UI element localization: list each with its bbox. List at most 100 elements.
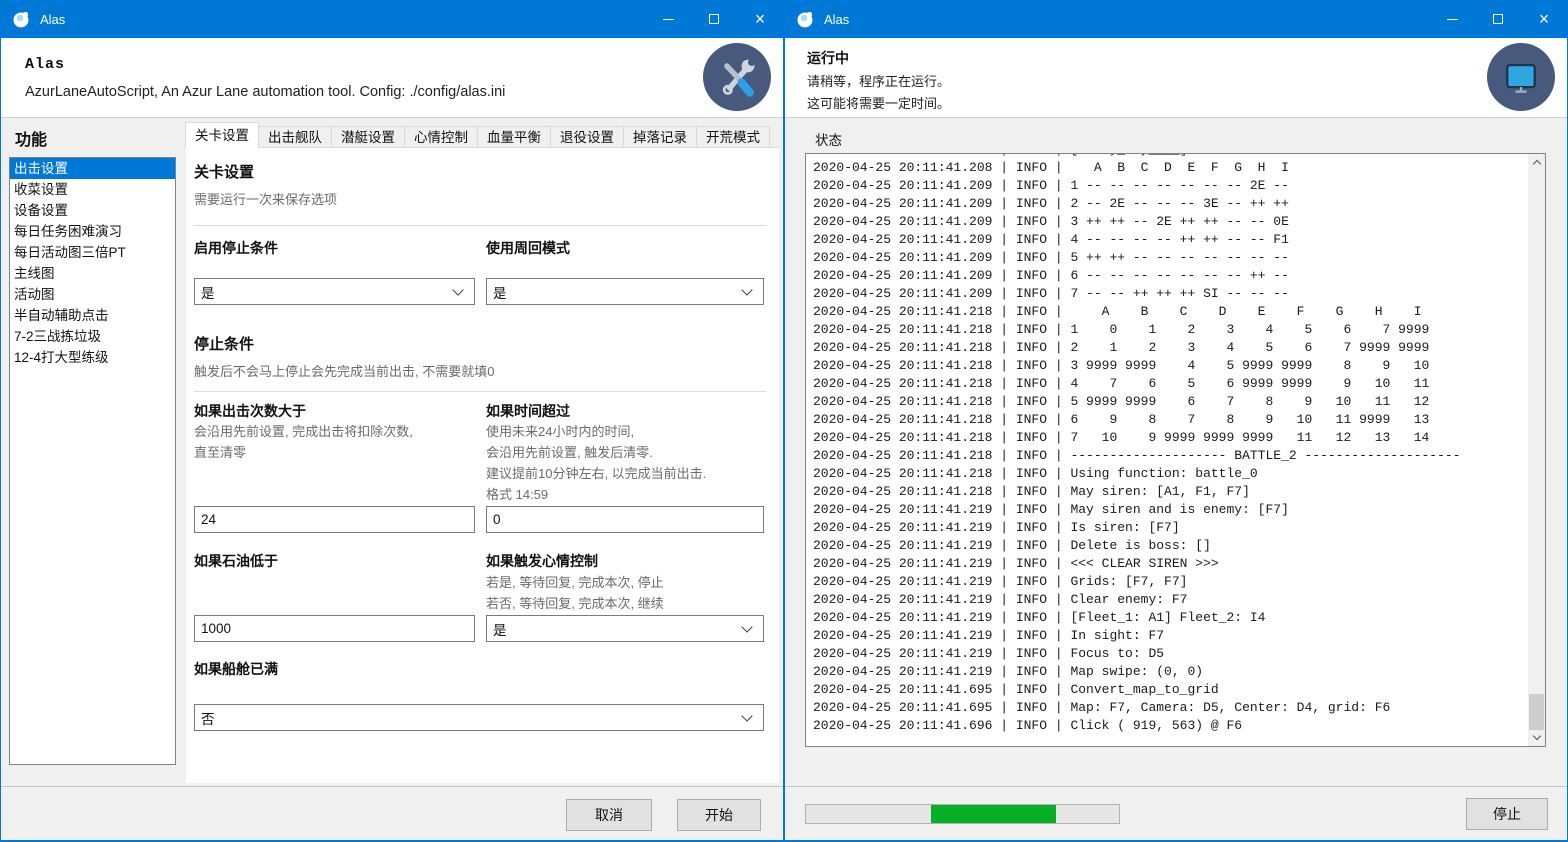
- stop-button[interactable]: 停止: [1466, 798, 1548, 830]
- sidebar-item[interactable]: 每日活动图三倍PT: [10, 242, 175, 263]
- scroll-down-button[interactable]: [1528, 729, 1545, 746]
- time-limit-input[interactable]: [486, 506, 764, 533]
- log-line: 2020-04-25 20:11:41.208 | INFO | A B C D…: [813, 159, 1527, 177]
- run-status-line1: 请稍等，程序正在运行。: [807, 71, 950, 90]
- log-output[interactable]: 2020-04-25 20:11:41.188 | INFO | [enemy_…: [805, 153, 1546, 747]
- cancel-button[interactable]: 取消: [566, 799, 652, 831]
- minimize-button[interactable]: [1429, 0, 1475, 38]
- maximize-button[interactable]: [1475, 0, 1521, 38]
- scroll-up-button[interactable]: [1528, 154, 1545, 171]
- tools-badge: [703, 43, 771, 111]
- app-subtitle: AzurLaneAutoScript, An Azur Lane automat…: [25, 84, 505, 100]
- log-line: 2020-04-25 20:11:41.218 | INFO | Using f…: [813, 465, 1527, 483]
- close-button[interactable]: ×: [1521, 0, 1567, 38]
- desc-sortie-count-2: 直至清零: [194, 442, 246, 463]
- run-status-line2: 这可能将需要一定时间。: [807, 93, 950, 112]
- app-logo-icon: [12, 9, 32, 29]
- monitor-icon: [1499, 55, 1543, 99]
- sidebar-item[interactable]: 收菜设置: [10, 179, 175, 200]
- dock-full-select[interactable]: 否: [194, 704, 764, 731]
- function-list[interactable]: 出击设置收菜设置设备设置每日任务困难演习每日活动图三倍PT主线图活动图半自动辅助…: [9, 157, 176, 765]
- chevron-down-icon: [741, 621, 752, 632]
- minimize-button[interactable]: [645, 0, 691, 38]
- log-line: 2020-04-25 20:11:41.218 | INFO | 6 9 8 7…: [813, 411, 1527, 429]
- log-line: 2020-04-25 20:11:41.696 | INFO | Click (…: [813, 717, 1527, 735]
- section-stop-subtitle: 触发后不会马上停止会先完成当前出击, 不需要就填0: [194, 361, 494, 382]
- desktop: Alas × Alas AzurLaneAutoScript, An Azur …: [0, 0, 1568, 842]
- emotion-select[interactable]: 是: [486, 615, 764, 642]
- log-line: 2020-04-25 20:11:41.695 | INFO | Convert…: [813, 681, 1527, 699]
- log-scrollbar[interactable]: [1528, 154, 1545, 746]
- oil-input[interactable]: [194, 615, 475, 642]
- sidebar-item[interactable]: 每日任务困难演习: [10, 221, 175, 242]
- close-icon: ×: [1539, 10, 1550, 28]
- desc-emotion-1: 若是, 等待回复, 完成本次, 停止: [486, 572, 664, 593]
- page-title: 关卡设置: [194, 161, 254, 182]
- scrollbar-thumb[interactable]: [1529, 694, 1544, 730]
- log-line: 2020-04-25 20:11:41.218 | INFO | A B C D…: [813, 303, 1527, 321]
- titlebar[interactable]: Alas ×: [785, 0, 1567, 38]
- start-button[interactable]: 开始: [677, 799, 761, 831]
- tab[interactable]: 关卡设置: [185, 122, 259, 148]
- close-icon: ×: [755, 10, 766, 28]
- label-time-limit: 如果时间超过: [486, 401, 570, 421]
- tab[interactable]: 开荒模式: [696, 126, 770, 148]
- config-window: Alas × Alas AzurLaneAutoScript, An Azur …: [0, 0, 784, 842]
- log-line: 2020-04-25 20:11:41.209 | INFO | 1 -- --…: [813, 177, 1527, 195]
- log-line: 2020-04-25 20:11:41.219 | INFO | Map swi…: [813, 663, 1527, 681]
- tab[interactable]: 潜艇设置: [331, 126, 405, 148]
- tab[interactable]: 掉落记录: [623, 126, 697, 148]
- sidebar-item[interactable]: 设备设置: [10, 200, 175, 221]
- log-line: 2020-04-25 20:11:41.218 | INFO | 4 7 6 5…: [813, 375, 1527, 393]
- footer: 取消 开始: [1, 786, 783, 840]
- sidebar-item[interactable]: 活动图: [10, 284, 175, 305]
- log-line: 2020-04-25 20:11:41.218 | INFO | 2 1 2 3…: [813, 339, 1527, 357]
- enable-stop-select[interactable]: 是: [194, 278, 475, 305]
- header: 运行中 请稍等，程序正在运行。 这可能将需要一定时间。: [785, 38, 1567, 118]
- sidebar-item[interactable]: 主线图: [10, 263, 175, 284]
- minimize-icon: [663, 19, 674, 20]
- close-button[interactable]: ×: [737, 0, 783, 38]
- tab-panel: 关卡设置 需要运行一次来保存选项 启用停止条件 使用周回模式 是 是 停止条件 …: [186, 147, 779, 783]
- maximize-button[interactable]: [691, 0, 737, 38]
- tab[interactable]: 退役设置: [550, 126, 624, 148]
- minimize-icon: [1447, 19, 1458, 20]
- log-line: 2020-04-25 20:11:41.209 | INFO | 5 ++ ++…: [813, 249, 1527, 267]
- titlebar[interactable]: Alas ×: [1, 0, 783, 38]
- log-lines: 2020-04-25 20:11:41.188 | INFO | [enemy_…: [813, 153, 1527, 735]
- runner-window: Alas × 运行中 请稍等，程序正在运行。 这可能将需要一定时间。 状态 20…: [784, 0, 1568, 842]
- label-emotion: 如果触发心情控制: [486, 551, 598, 571]
- label-sortie-count: 如果出击次数大于: [194, 401, 306, 421]
- sidebar-item[interactable]: 12-4打大型练级: [10, 347, 175, 368]
- loop-mode-select[interactable]: 是: [486, 278, 764, 305]
- window-title: Alas: [824, 12, 849, 27]
- log-line: 2020-04-25 20:11:41.219 | INFO | Clear e…: [813, 591, 1527, 609]
- sidebar-item[interactable]: 出击设置: [10, 158, 175, 179]
- desc-sortie-count-1: 会沿用先前设置, 完成出击将扣除次数,: [194, 421, 413, 442]
- label-dock-full: 如果船舱已满: [194, 659, 278, 679]
- log-line: 2020-04-25 20:11:41.219 | INFO | May sir…: [813, 501, 1527, 519]
- log-line: 2020-04-25 20:11:41.209 | INFO | 6 -- --…: [813, 267, 1527, 285]
- chevron-down-icon: [452, 284, 463, 295]
- tab[interactable]: 心情控制: [404, 126, 478, 148]
- wrench-screwdriver-icon: [715, 55, 759, 99]
- log-line: 2020-04-25 20:11:41.219 | INFO | <<< CLE…: [813, 555, 1527, 573]
- tab[interactable]: 出击舰队: [258, 126, 332, 148]
- page-subtitle: 需要运行一次来保存选项: [194, 189, 337, 210]
- log-line: 2020-04-25 20:11:41.219 | INFO | [Fleet_…: [813, 609, 1527, 627]
- sidebar-item[interactable]: 7-2三战拣垃圾: [10, 326, 175, 347]
- sortie-count-input[interactable]: [194, 506, 475, 533]
- desc-emotion-2: 若否, 等待回复, 完成本次, 继续: [486, 593, 664, 614]
- desc-time-2: 会沿用先前设置, 触发后清零.: [486, 442, 653, 463]
- tab-strip: 关卡设置出击舰队潜艇设置心情控制血量平衡退役设置掉落记录开荒模式: [186, 122, 770, 148]
- maximize-icon: [709, 14, 719, 24]
- desc-time-1: 使用未来24小时内的时间,: [486, 421, 634, 442]
- log-line: 2020-04-25 20:11:41.209 | INFO | 4 -- --…: [813, 231, 1527, 249]
- log-line: 2020-04-25 20:11:41.218 | INFO | 3 9999 …: [813, 357, 1527, 375]
- log-line: 2020-04-25 20:11:41.219 | INFO | In sigh…: [813, 627, 1527, 645]
- sidebar-item[interactable]: 半自动辅助点击: [10, 305, 175, 326]
- label-oil: 如果石油低于: [194, 551, 278, 571]
- progress-bar: [805, 804, 1120, 824]
- log-line: 2020-04-25 20:11:41.218 | INFO | 7 10 9 …: [813, 429, 1527, 447]
- tab[interactable]: 血量平衡: [477, 126, 551, 148]
